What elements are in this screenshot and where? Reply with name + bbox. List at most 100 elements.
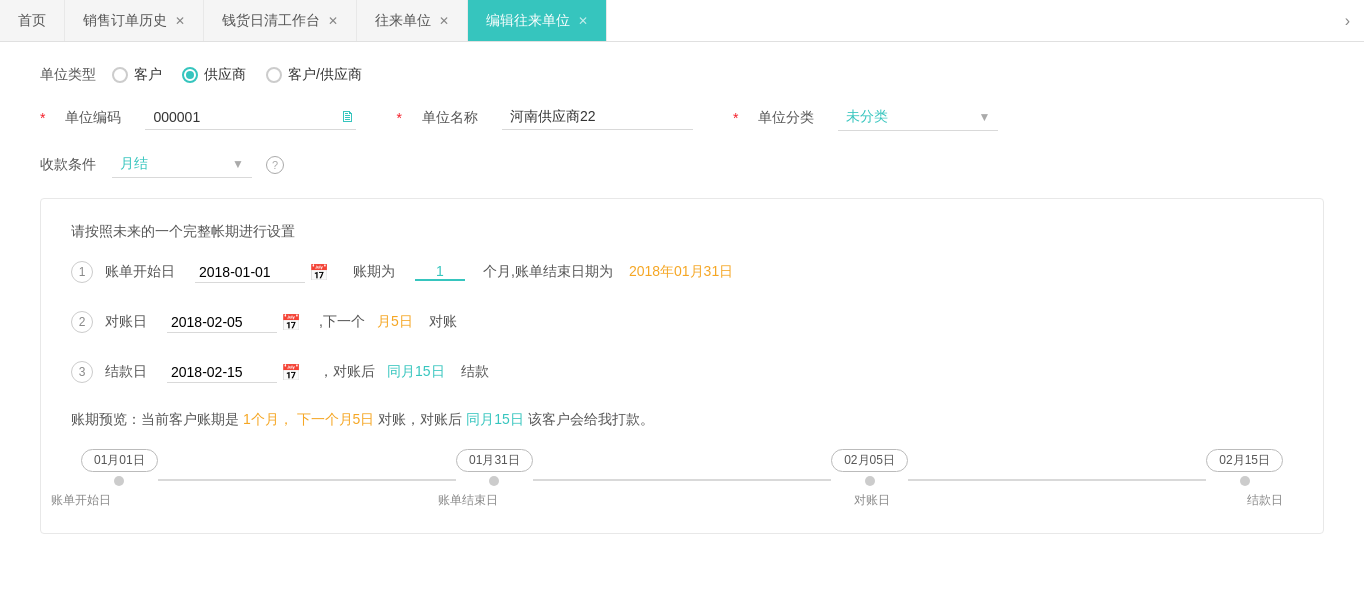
timeline-sublabel-2: 账单结束日 [438,492,498,509]
step-1-date-wrap: 📅 [195,262,329,283]
unit-type-radio-group: 客户 供应商 客户/供应商 [112,66,362,84]
timeline-sublabel-4: 结款日 [1247,492,1283,509]
preview-part5: 该客户会给我打款。 [528,411,654,427]
timeline-sublabel-1: 账单开始日 [51,492,111,509]
timeline-dot-1 [114,476,124,486]
timeline-sublabel-4-wrap: 结款日 [1247,492,1283,509]
unit-code-input[interactable] [145,105,336,129]
unit-category-group: * 单位分类 未分类 ▼ [733,104,998,131]
unit-code-input-wrap: 🗎 [145,105,356,130]
step-2-calendar-icon[interactable]: 📅 [281,313,301,332]
unit-type-row: 单位类型 客户 供应商 客户/供应商 [40,66,1324,84]
preview-label: 账期预览：当前客户账期是 [71,411,239,427]
step-2-suffix: 对账 [429,313,457,331]
unit-type-label: 单位类型 [40,66,96,84]
payment-terms-select[interactable]: 月结 ▼ [112,151,252,178]
step-2-date-input[interactable] [167,312,277,333]
radio-customer[interactable]: 客户 [112,66,162,84]
close-cash-work-icon[interactable]: ✕ [328,14,338,28]
timeline-dot-2 [489,476,499,486]
unit-name-group: * 单位名称 [396,105,692,130]
step-1-calendar-icon[interactable]: 📅 [309,263,329,282]
period-settings-section: 请按照未来的一个完整帐期进行设置 1 账单开始日 📅 账期为 个月,账单结束日期… [40,198,1324,534]
timeline-line-3 [908,479,1206,481]
unit-category-select[interactable]: 未分类 ▼ [838,104,998,131]
step-3-date-wrap: 📅 [167,362,301,383]
unit-info-row: * 单位编码 🗎 * 单位名称 * 单位分类 未分类 ▼ [40,104,1324,131]
step-row-3: 3 结款日 📅 ，对账后 同月15日 结款 [71,361,1293,383]
help-icon[interactable]: ? [266,156,284,174]
preview-part2: 下一个月5日 [297,411,375,427]
tab-cash-work[interactable]: 钱货日清工作台 ✕ [204,0,357,41]
step-label-3: 结款日 [105,363,147,381]
step-1-suffix: 个月,账单结束日期为 [483,263,613,281]
close-sales-history-icon[interactable]: ✕ [175,14,185,28]
timeline-line-1 [158,479,456,481]
radio-customer-supplier-circle [266,67,282,83]
unit-category-star: * [733,110,738,126]
unit-name-input[interactable] [502,105,693,130]
step-2-prefix: ,下一个 [319,313,365,331]
timeline-line-2 [533,479,831,481]
timeline-node-1: 01月01日 [81,449,158,486]
radio-supplier-label: 供应商 [204,66,246,84]
radio-customer-supplier-label: 客户/供应商 [288,66,362,84]
tab-partners[interactable]: 往来单位 ✕ [357,0,468,41]
tab-edit-partner-label: 编辑往来单位 [486,12,570,30]
step-1-end-date: 2018年01月31日 [629,263,733,281]
unit-code-star: * [40,110,45,126]
timeline-date-4: 02月15日 [1206,449,1283,472]
step-3-suffix: 结款 [461,363,489,381]
preview-part4: 同月15日 [466,411,524,427]
step-2-highlight: 月5日 [377,313,413,331]
tab-edit-partner[interactable]: 编辑往来单位 ✕ [468,0,607,41]
tab-home[interactable]: 首页 [0,0,65,41]
tab-sales-history[interactable]: 销售订单历史 ✕ [65,0,204,41]
timeline-date-3: 02月05日 [831,449,908,472]
payment-terms-arrow-icon: ▼ [232,157,244,171]
timeline-dot-3 [865,476,875,486]
unit-category-value: 未分类 [846,108,972,126]
step-3-highlight: 同月15日 [387,363,445,381]
close-partners-icon[interactable]: ✕ [439,14,449,28]
step-row-2: 2 对账日 📅 ,下一个 月5日 对账 [71,311,1293,333]
step-3-date-input[interactable] [167,362,277,383]
step-1-period-input[interactable] [415,263,465,281]
unit-category-arrow-icon: ▼ [978,110,990,124]
radio-supplier-circle [182,67,198,83]
step-num-3: 3 [71,361,93,383]
step-3-prefix: ，对账后 [319,363,375,381]
timeline-sublabels-row: 账单开始日 账单结束日 对账日 结款日 [81,492,1283,509]
preview-part3: 对账，对账后 [378,411,462,427]
close-edit-partner-icon[interactable]: ✕ [578,14,588,28]
timeline-node-4: 02月15日 [1206,449,1283,486]
timeline-container: 01月01日 01月31日 02月05日 02月15日 [71,449,1293,509]
step-label-2: 对账日 [105,313,147,331]
preview-part1: 1个月， [243,411,293,427]
step-3-calendar-icon[interactable]: 📅 [281,363,301,382]
preview-text: 账期预览：当前客户账期是 1个月， 下一个月5日 对账，对账后 同月15日 该客… [71,411,1293,429]
unit-category-label: 单位分类 [758,109,814,127]
tab-cash-work-label: 钱货日清工作台 [222,12,320,30]
step-num-2: 2 [71,311,93,333]
timeline-date-1: 01月01日 [81,449,158,472]
tab-home-label: 首页 [18,12,46,30]
step-num-1: 1 [71,261,93,283]
step-row-1: 1 账单开始日 📅 账期为 个月,账单结束日期为 2018年01月31日 [71,261,1293,283]
tab-partners-label: 往来单位 [375,12,431,30]
tabs-more-button[interactable]: › [1331,12,1364,30]
payment-terms-row: 收款条件 月结 ▼ ? [40,151,1324,178]
tabs-bar: 首页 销售订单历史 ✕ 钱货日清工作台 ✕ 往来单位 ✕ 编辑往来单位 ✕ › [0,0,1364,42]
unit-code-label: 单位编码 [65,109,121,127]
radio-supplier[interactable]: 供应商 [182,66,246,84]
unit-code-group: * 单位编码 🗎 [40,105,356,130]
radio-customer-supplier[interactable]: 客户/供应商 [266,66,362,84]
main-content: 单位类型 客户 供应商 客户/供应商 * 单位编码 🗎 [0,42,1364,608]
timeline-date-2: 01月31日 [456,449,533,472]
timeline-node-3: 02月05日 [831,449,908,486]
unit-name-label: 单位名称 [422,109,478,127]
timeline-badges-row: 01月01日 01月31日 02月05日 02月15日 [81,449,1283,486]
timeline-dot-4 [1240,476,1250,486]
step-1-date-input[interactable] [195,262,305,283]
unit-code-copy-icon[interactable]: 🗎 [340,108,356,126]
